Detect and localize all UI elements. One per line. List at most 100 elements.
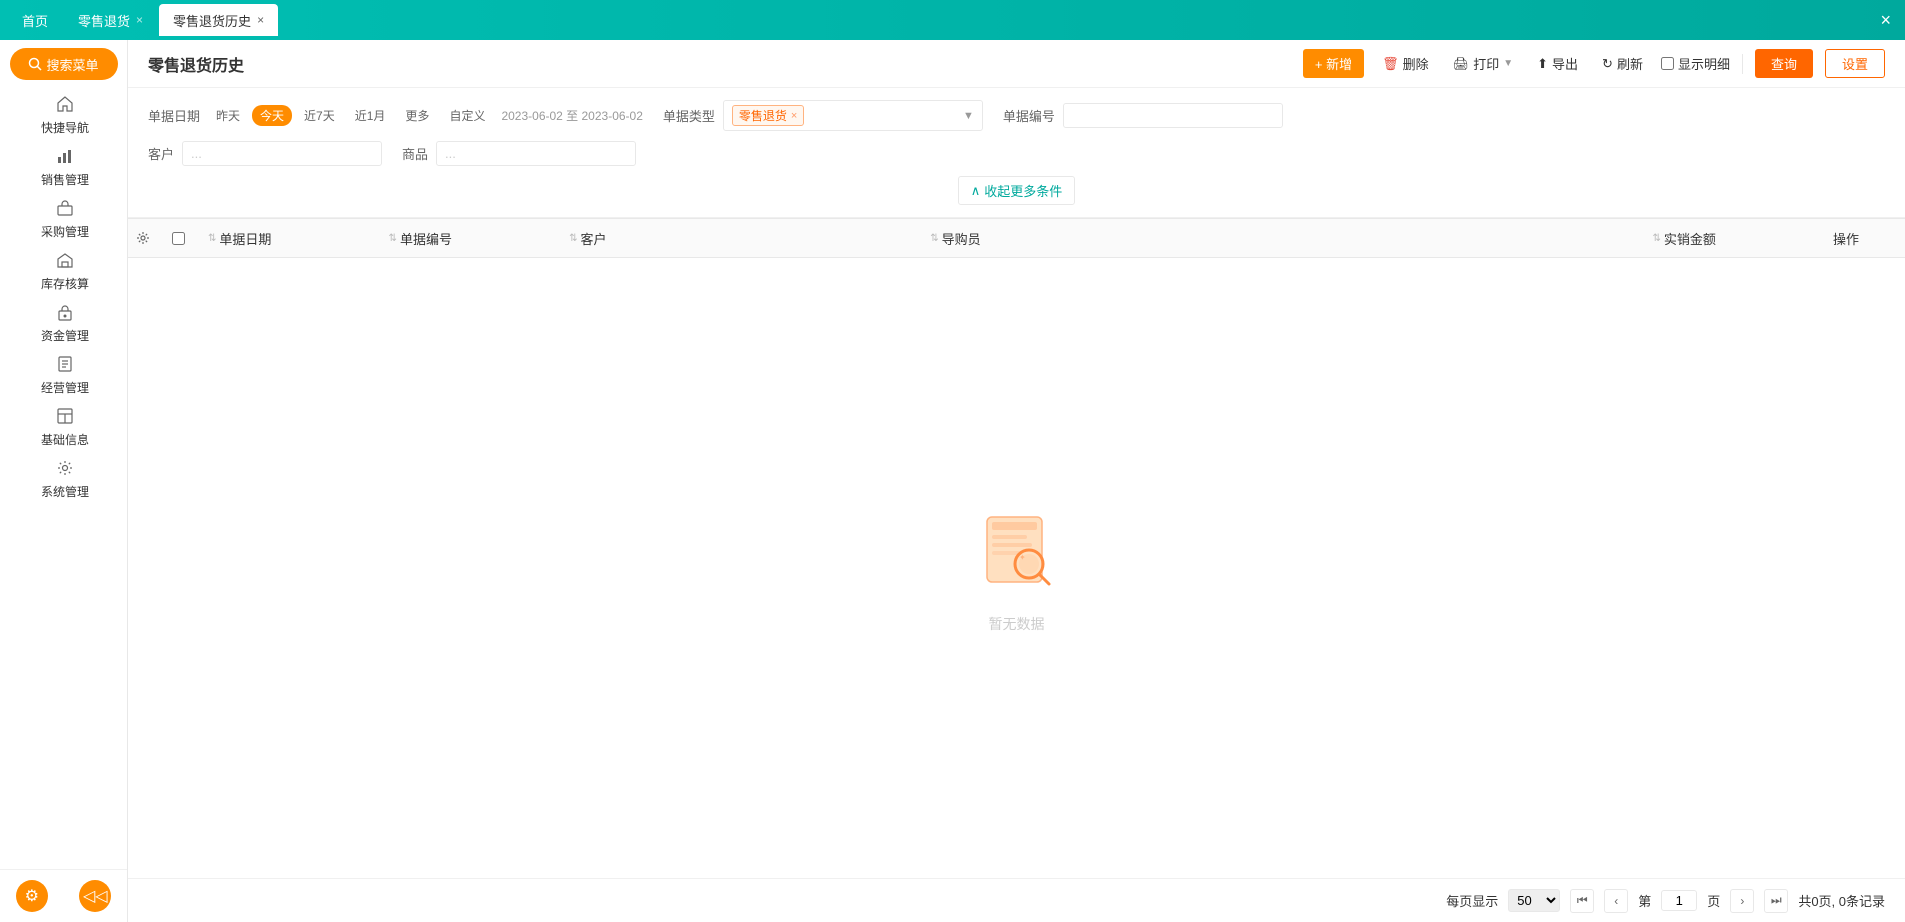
last-page-button[interactable]: ⏭ xyxy=(1764,889,1788,913)
tab-retail-return-label: 零售退货 xyxy=(78,11,130,30)
collapse-label: 收起更多条件 xyxy=(984,181,1062,200)
filter-date-buttons: 昨天 今天 近7天 近1月 更多 自定义 xyxy=(208,105,493,126)
th-settings[interactable] xyxy=(128,231,164,245)
filter-doc-type-label: 单据类型 xyxy=(663,106,715,125)
sidebar-item-sales-mgmt-label: 销售管理 xyxy=(41,171,89,188)
collapse-button[interactable]: ∧ 收起更多条件 xyxy=(958,176,1076,205)
table-icon xyxy=(54,405,76,427)
sidebar-item-inventory[interactable]: 库存核算 xyxy=(0,244,127,296)
th-number: ⇅ 单据编号 xyxy=(381,229,562,248)
sidebar-item-finance[interactable]: 资金管理 xyxy=(0,296,127,348)
new-button[interactable]: + 新增 xyxy=(1303,49,1364,78)
collapse-up-icon: ∧ xyxy=(971,183,981,199)
display-toggle[interactable]: 显示明细 xyxy=(1661,54,1730,73)
sidebar-item-operations[interactable]: 经营管理 xyxy=(0,348,127,400)
th-amount: ⇅ 实销金额 xyxy=(1644,229,1825,248)
export-icon: ⬆ xyxy=(1537,56,1548,72)
print-button[interactable]: 🖨 打印 ▼ xyxy=(1447,50,1519,77)
tab-retail-return-close[interactable]: × xyxy=(136,13,143,27)
tab-retail-return-history-label: 零售退货历史 xyxy=(173,11,251,30)
date-btn-more[interactable]: 更多 xyxy=(397,105,437,126)
page-word: 第 xyxy=(1638,891,1651,910)
sidebar-item-operations-label: 经营管理 xyxy=(41,379,89,396)
sidebar-item-basic-info[interactable]: 基础信息 xyxy=(0,400,127,452)
filter-doc-type-select[interactable]: 零售退货 × ▼ xyxy=(723,100,983,131)
tab-retail-return-history-close[interactable]: × xyxy=(257,13,264,27)
sidebar-item-system[interactable]: 系统管理 xyxy=(0,452,127,504)
th-actions: 操作 xyxy=(1825,229,1905,248)
print-icon: 🖨 xyxy=(1453,56,1470,72)
total-label: 共0页, 0条记录 xyxy=(1798,891,1885,910)
empty-label: 暂无数据 xyxy=(989,614,1045,634)
sidebar-search[interactable]: 搜索菜单 xyxy=(10,48,118,80)
refresh-button[interactable]: ↻ 刷新 xyxy=(1596,50,1649,77)
filter-doc-type-arrow: ▼ xyxy=(963,110,974,122)
page-header: 零售退货历史 + 新增 🗑 删除 🖨 打印 ▼ ⬆ 导出 xyxy=(128,40,1905,88)
display-toggle-checkbox[interactable] xyxy=(1661,57,1674,70)
page-number-input[interactable] xyxy=(1661,890,1697,911)
filter-goods: 商品 ... xyxy=(402,141,636,166)
th-customer: ⇅ 客户 xyxy=(561,229,922,248)
home-icon xyxy=(54,93,76,115)
date-btn-7days[interactable]: 近7天 xyxy=(296,105,343,126)
main-content: 零售退货历史 + 新增 🗑 删除 🖨 打印 ▼ ⬆ 导出 xyxy=(128,40,1905,922)
date-btn-custom[interactable]: 自定义 xyxy=(441,105,493,126)
filter-customer-input[interactable]: ... xyxy=(182,141,382,166)
filter-date-range: 2023-06-02 至 2023-06-02 xyxy=(501,107,642,124)
first-page-button[interactable]: ⏮ xyxy=(1570,889,1594,913)
th-date-label: 单据日期 xyxy=(219,229,271,248)
sound-button[interactable]: ◁◁ xyxy=(79,880,111,912)
filter-goods-input[interactable]: ... xyxy=(436,141,636,166)
th-number-sort[interactable]: ⇅ xyxy=(389,233,397,244)
th-customer-sort[interactable]: ⇅ xyxy=(569,233,577,244)
th-checkbox[interactable] xyxy=(164,232,200,245)
search-icon xyxy=(28,57,42,71)
display-toggle-label: 显示明细 xyxy=(1678,54,1730,73)
th-guide: ⇅ 导购员 xyxy=(922,229,1103,248)
prev-page-button[interactable]: ‹ xyxy=(1604,889,1628,913)
filter-doc-type-close[interactable]: × xyxy=(791,110,797,122)
report-icon xyxy=(54,353,76,375)
page-size-select[interactable]: 20 50 100 xyxy=(1508,889,1560,912)
filter-date-label: 单据日期 xyxy=(148,106,200,125)
print-label: 打印 xyxy=(1473,54,1499,73)
date-btn-1month[interactable]: 近1月 xyxy=(347,105,394,126)
delete-button[interactable]: 🗑 删除 xyxy=(1376,50,1435,77)
th-amount-label: 实销金额 xyxy=(1664,229,1716,248)
sidebar-item-purchase-mgmt[interactable]: 采购管理 xyxy=(0,192,127,244)
page-title: 零售退货历史 xyxy=(148,52,244,76)
print-arrow-icon: ▼ xyxy=(1503,58,1513,69)
delete-icon: 🗑 xyxy=(1382,56,1399,72)
window-close-button[interactable]: × xyxy=(1866,10,1905,31)
sidebar: 搜索菜单 快捷导航 销售管理 采购管理 库存核算 xyxy=(0,40,128,922)
settings-gear-button[interactable]: ⚙ xyxy=(16,880,48,912)
tab-retail-return[interactable]: 零售退货 × xyxy=(64,4,157,36)
filter-area: 单据日期 昨天 今天 近7天 近1月 更多 自定义 2023-06-02 至 2… xyxy=(128,88,1905,218)
empty-state: ✦ 暂无数据 xyxy=(128,258,1905,878)
box-icon xyxy=(54,197,76,219)
export-button[interactable]: ⬆ 导出 xyxy=(1531,50,1584,77)
date-btn-yesterday[interactable]: 昨天 xyxy=(208,105,248,126)
sidebar-bottom: ⚙ ◁◁ xyxy=(0,869,127,922)
next-page-button[interactable]: › xyxy=(1730,889,1754,913)
filter-doc-type: 单据类型 零售退货 × ▼ xyxy=(663,100,983,131)
tab-home-label: 首页 xyxy=(22,11,48,30)
th-guide-sort[interactable]: ⇅ xyxy=(930,233,938,244)
sidebar-item-sales-mgmt[interactable]: 销售管理 xyxy=(0,140,127,192)
date-btn-today[interactable]: 今天 xyxy=(252,105,292,126)
query-button[interactable]: 查询 xyxy=(1755,49,1813,78)
th-amount-sort[interactable]: ⇅ xyxy=(1652,233,1660,244)
delete-label: 删除 xyxy=(1403,54,1429,73)
warehouse-icon xyxy=(54,249,76,271)
top-bar: 首页 零售退货 × 零售退货历史 × × xyxy=(0,0,1905,40)
refresh-label: 刷新 xyxy=(1617,54,1643,73)
th-date-sort[interactable]: ⇅ xyxy=(208,233,216,244)
sidebar-item-quick-nav[interactable]: 快捷导航 xyxy=(0,88,127,140)
filter-doc-number-label: 单据编号 xyxy=(1003,106,1055,125)
tab-retail-return-history[interactable]: 零售退货历史 × xyxy=(159,4,278,36)
page-size-label: 每页显示 xyxy=(1446,891,1498,910)
setting-button[interactable]: 设置 xyxy=(1825,49,1885,78)
tab-home[interactable]: 首页 xyxy=(8,4,62,36)
filter-doc-number-input[interactable] xyxy=(1063,103,1283,128)
select-all-checkbox[interactable] xyxy=(172,232,185,245)
